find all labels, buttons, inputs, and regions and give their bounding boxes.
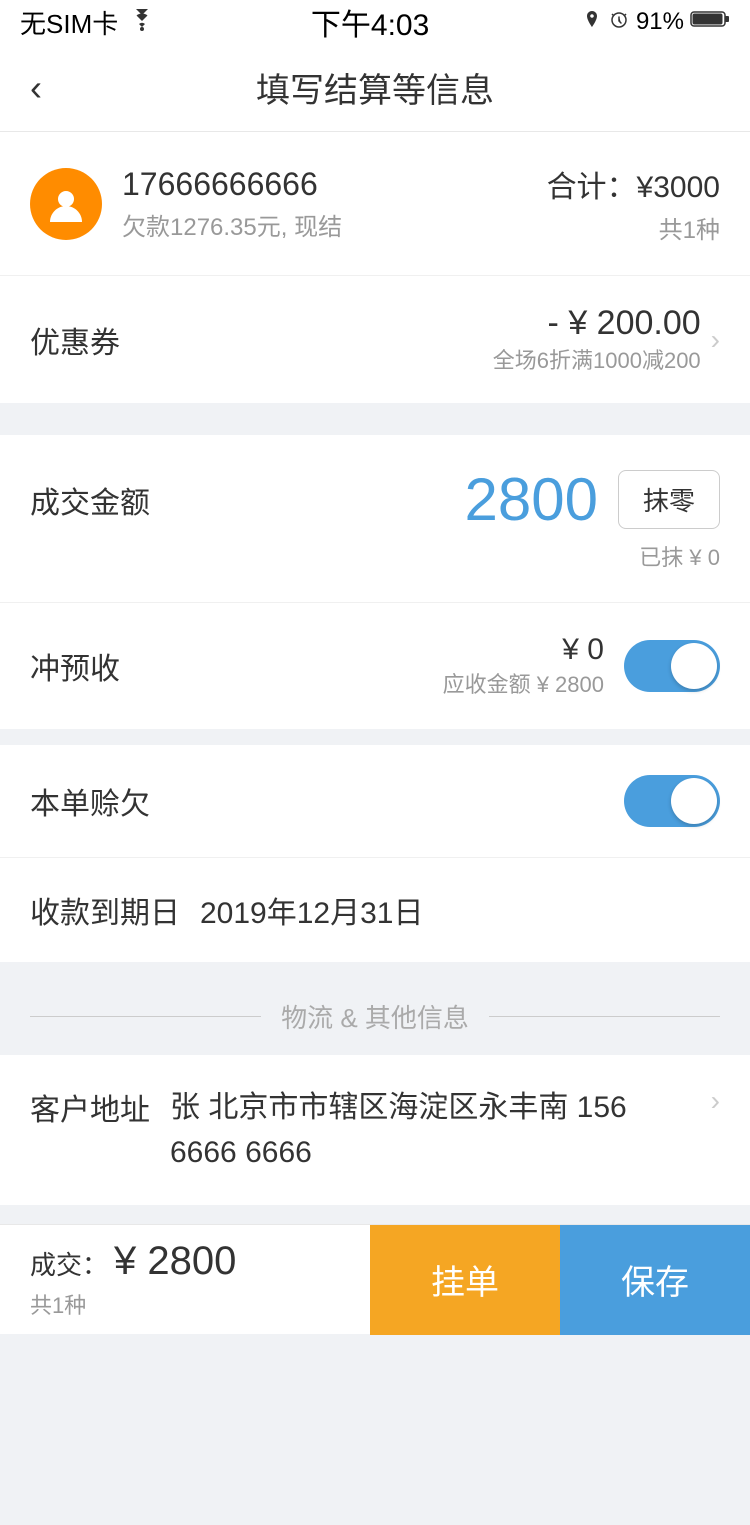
- total-amount: 合计：¥3000: [547, 162, 720, 206]
- deal-amount-value: 2800: [465, 465, 598, 534]
- customer-left: 17666666666 欠款1276.35元, 现结: [30, 166, 342, 242]
- wifi-icon: [126, 7, 158, 38]
- nav-bar: ‹ 填写结算等信息: [0, 44, 750, 132]
- bottom-bar: 成交： ¥ 2800 共1种 挂单 保存: [0, 1224, 750, 1334]
- bottom-summary: 成交： ¥ 2800 共1种: [0, 1239, 370, 1320]
- deal-row: 成交金额 2800 抹零: [30, 465, 720, 534]
- page-title: 填写结算等信息: [256, 63, 494, 112]
- round-button[interactable]: 抹零: [618, 470, 720, 529]
- address-chevron-icon: ›: [711, 1085, 720, 1117]
- customer-total: 合计：¥3000 共1种: [547, 162, 720, 245]
- alarm-icon: [608, 8, 630, 37]
- prepay-row: 冲预收 ¥ 0 应收金额 ¥ 2800: [30, 633, 720, 699]
- coupon-row[interactable]: 优惠券 - ¥ 200.00 全场6折满1000减200 ›: [0, 275, 750, 403]
- prepay-desc: 应收金额 ¥ 2800: [443, 667, 604, 699]
- divider-1: [0, 419, 750, 435]
- battery-icon: [690, 8, 730, 36]
- logistics-text: 物流 & 其他信息: [281, 998, 469, 1035]
- prepay-label: 冲预收: [30, 644, 120, 688]
- total-count: 共1种: [547, 210, 720, 245]
- address-section[interactable]: 客户地址 张 北京市市辖区海淀区永丰南 156 6666 6666 ›: [0, 1055, 750, 1205]
- status-left: 无SIM卡: [20, 4, 158, 41]
- deal-label: 成交金额: [30, 478, 150, 522]
- bottom-count: 共1种: [30, 1288, 340, 1320]
- bottom-deal-amount: ¥ 2800: [114, 1239, 236, 1284]
- credit-section: 本单赊欠: [0, 745, 750, 857]
- address-value: 张 北京市市辖区海淀区永丰南 156 6666 6666: [170, 1085, 701, 1175]
- logistics-line-right: [489, 1016, 720, 1017]
- customer-debt: 欠款1276.35元, 现结: [122, 207, 342, 242]
- location-icon: [582, 8, 602, 36]
- duedate-row: 收款到期日 2019年12月31日: [30, 888, 720, 932]
- coupon-info: - ¥ 200.00 全场6折满1000减200: [493, 304, 701, 375]
- deal-right: 2800 抹零: [465, 465, 721, 534]
- status-right: 91%: [582, 8, 730, 37]
- back-button[interactable]: ‹: [30, 67, 42, 109]
- logistics-line-left: [30, 1016, 261, 1017]
- credit-toggle[interactable]: [624, 775, 720, 827]
- prepay-amount-block: ¥ 0 应收金额 ¥ 2800: [443, 633, 604, 699]
- deal-amount-row: 成交金额 2800 抹零 已抹 ¥ 0: [0, 435, 750, 602]
- chevron-right-icon: ›: [711, 324, 720, 356]
- bottom-deal-label: 成交：: [30, 1245, 108, 1282]
- address-label: 客户地址: [30, 1085, 150, 1129]
- duedate-value: 2019年12月31日: [200, 888, 423, 932]
- duedate-section: 收款到期日 2019年12月31日: [0, 857, 750, 962]
- credit-label: 本单赊欠: [30, 779, 150, 823]
- prepay-right: ¥ 0 应收金额 ¥ 2800: [443, 633, 720, 699]
- hold-button[interactable]: 挂单: [370, 1225, 560, 1335]
- prepay-toggle[interactable]: [624, 640, 720, 692]
- status-time: 下午4:03: [311, 0, 429, 44]
- customer-info: 17666666666 欠款1276.35元, 现结: [122, 166, 342, 242]
- customer-row: 17666666666 欠款1276.35元, 现结 合计：¥3000 共1种: [0, 132, 750, 275]
- avatar: [30, 168, 102, 240]
- customer-card: 17666666666 欠款1276.35元, 现结 合计：¥3000 共1种 …: [0, 132, 750, 403]
- bottom-deal-row: 成交： ¥ 2800: [30, 1239, 340, 1284]
- coupon-label: 优惠券: [30, 318, 120, 362]
- customer-phone: 17666666666: [122, 166, 342, 203]
- divider-2: [0, 729, 750, 745]
- deal-section: 成交金额 2800 抹零 已抹 ¥ 0 冲预收 ¥ 0 应收金额 ¥ 2800: [0, 435, 750, 729]
- coupon-right: - ¥ 200.00 全场6折满1000减200 ›: [493, 304, 720, 375]
- coupon-desc: 全场6折满1000减200: [493, 343, 701, 375]
- logistics-divider: 物流 & 其他信息: [0, 978, 750, 1055]
- no-sim-text: 无SIM卡: [20, 4, 118, 41]
- coupon-amount: - ¥ 200.00: [493, 304, 701, 343]
- duedate-label: 收款到期日: [30, 888, 180, 932]
- deal-sub-text: 已抹 ¥ 0: [30, 540, 720, 572]
- battery-text: 91%: [636, 8, 684, 36]
- divider-3: [0, 962, 750, 978]
- status-bar: 无SIM卡 下午4:03 91%: [0, 0, 750, 44]
- save-button[interactable]: 保存: [560, 1225, 750, 1335]
- prepay-amount: ¥ 0: [443, 633, 604, 667]
- prepay-section: 冲预收 ¥ 0 应收金额 ¥ 2800: [0, 602, 750, 729]
